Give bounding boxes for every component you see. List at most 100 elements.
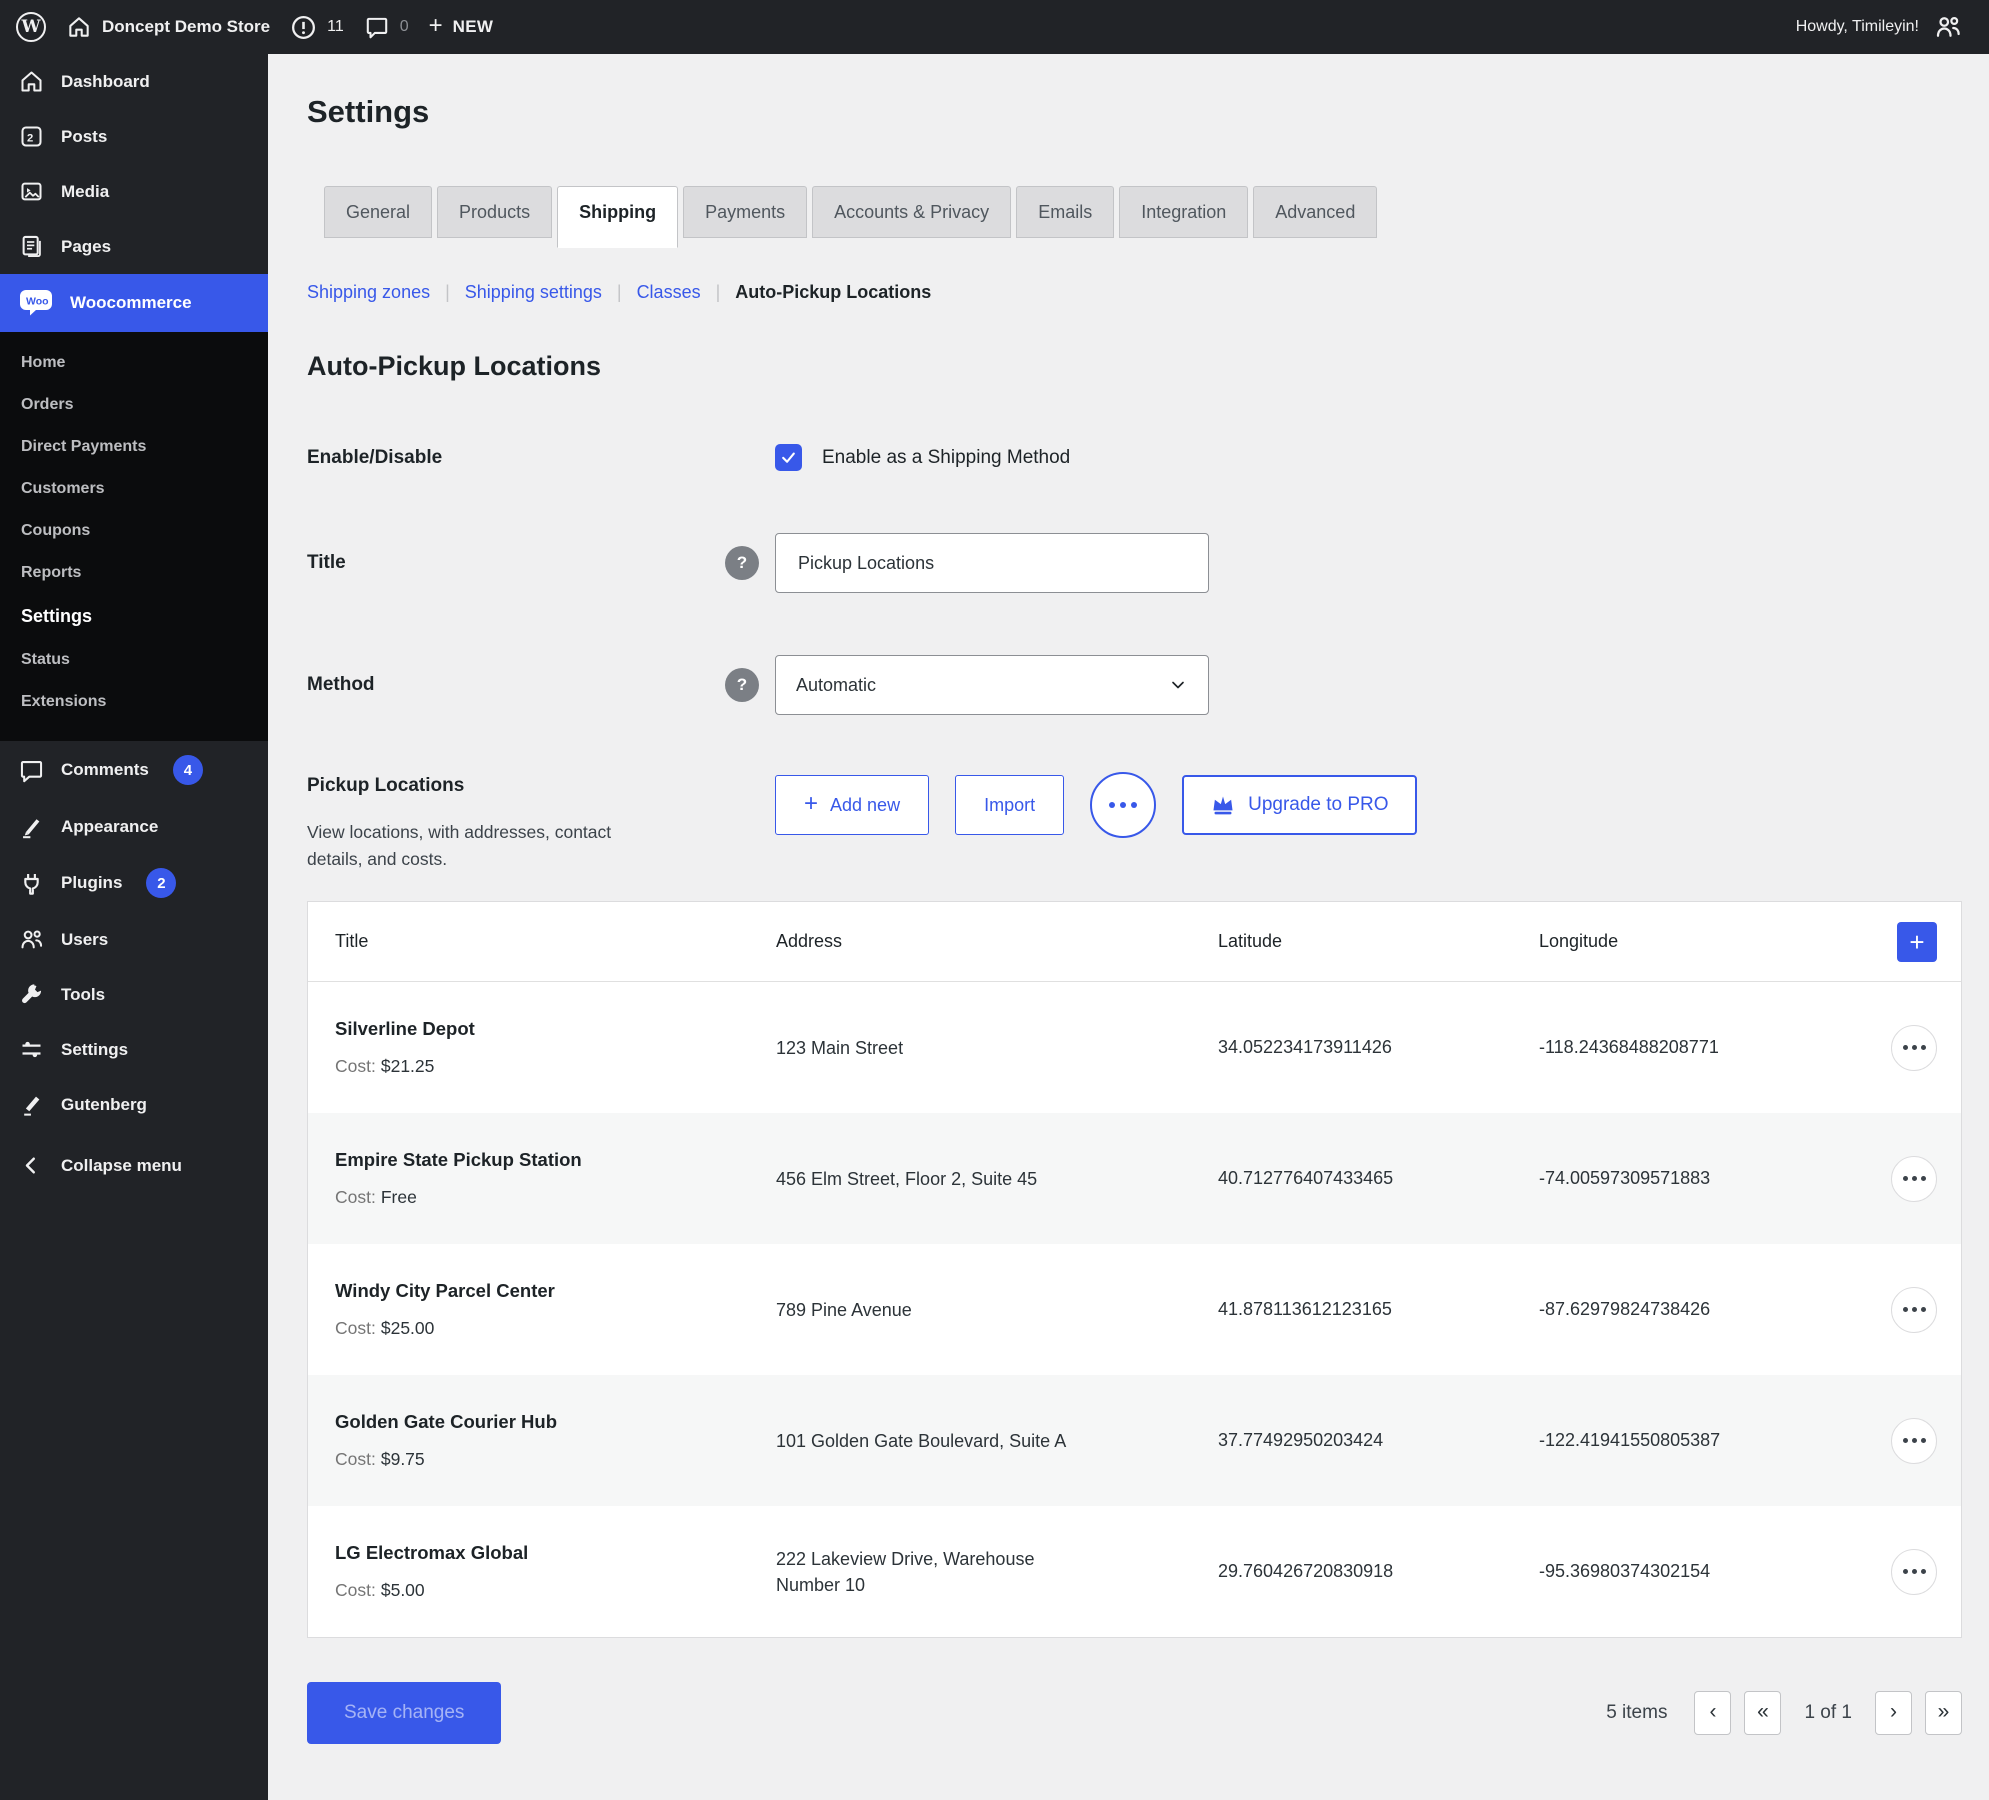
tab-accounts-privacy[interactable]: Accounts & Privacy xyxy=(812,186,1012,238)
previous-page-button[interactable]: ‹ xyxy=(1694,1691,1732,1736)
location-title: Silverline Depot xyxy=(335,1018,475,1040)
row-menu-button[interactable] xyxy=(1891,1286,1937,1333)
last-page-button[interactable]: » xyxy=(1925,1691,1962,1736)
submenu-item-customers[interactable]: Customers xyxy=(0,468,268,510)
subnav-separator: | xyxy=(445,282,450,302)
site-menu[interactable]: Doncept Demo Store xyxy=(66,14,270,40)
location-longitude: -122.41941550805387 xyxy=(1539,1430,1721,1451)
howdy-greeting[interactable]: Howdy, Timileyin! xyxy=(1796,18,1919,36)
sidebar-item-users[interactable]: Users xyxy=(0,912,268,967)
subnav-classes[interactable]: Classes xyxy=(637,282,701,303)
submenu-item-direct-payments[interactable]: Direct Payments xyxy=(0,426,268,468)
location-title: Golden Gate Courier Hub xyxy=(335,1411,558,1433)
pages-icon xyxy=(22,235,41,257)
location-title: Empire State Pickup Station xyxy=(335,1149,582,1171)
submenu-item-reports[interactable]: Reports xyxy=(0,552,268,594)
sidebar-item-woocommerce[interactable]: Woo Woocommerce xyxy=(0,274,268,332)
updates-count: 11 xyxy=(327,18,344,35)
wordpress-logo-icon[interactable]: W xyxy=(16,12,46,42)
add-new-button[interactable]: + Add new xyxy=(775,775,930,835)
chevron-left-icon xyxy=(25,1157,35,1174)
cost-label: Cost: xyxy=(335,1187,376,1208)
column-header-latitude: Latitude xyxy=(1218,931,1283,952)
sidebar-item-comments[interactable]: Comments 4 xyxy=(0,741,268,799)
row-menu-button[interactable] xyxy=(1891,1024,1937,1071)
sidebar-item-posts[interactable]: 2 Posts xyxy=(0,109,268,164)
submenu-item-settings[interactable]: Settings xyxy=(0,594,268,639)
tab-advanced[interactable]: Advanced xyxy=(1253,186,1378,238)
pickup-locations-table: Title Address Latitude Longitude + Silve… xyxy=(307,901,1962,1639)
new-content-menu[interactable]: + NEW xyxy=(429,14,494,38)
subnav-shipping-zones[interactable]: Shipping zones xyxy=(307,282,430,303)
sidebar-item-gutenberg[interactable]: Gutenberg xyxy=(0,1077,268,1132)
submenu-item-home[interactable]: Home xyxy=(0,342,268,384)
upgrade-to-pro-button[interactable]: Upgrade to PRO xyxy=(1182,775,1417,835)
tab-payments[interactable]: Payments xyxy=(683,186,808,238)
title-row: Title ? xyxy=(307,533,1962,593)
row-menu-button[interactable] xyxy=(1891,1155,1937,1202)
sidebar-item-label: Settings xyxy=(61,1039,129,1059)
submenu-item-orders[interactable]: Orders xyxy=(0,384,268,426)
tab-integration[interactable]: Integration xyxy=(1119,186,1249,238)
location-title: Windy City Parcel Center xyxy=(335,1280,555,1302)
enable-checkbox[interactable] xyxy=(775,444,802,471)
subnav-auto-pickup-locations: Auto-Pickup Locations xyxy=(735,282,932,302)
collapse-menu-button[interactable]: Collapse menu xyxy=(0,1138,268,1193)
title-help-icon[interactable]: ? xyxy=(725,546,759,580)
users-avatar-icon[interactable] xyxy=(1933,12,1963,42)
sidebar-item-plugins[interactable]: Plugins 2 xyxy=(0,854,268,912)
method-select[interactable]: Automatic xyxy=(775,655,1209,715)
tab-emails[interactable]: Emails xyxy=(1016,186,1115,238)
upgrade-label: Upgrade to PRO xyxy=(1248,794,1389,815)
row-menu-button[interactable] xyxy=(1891,1417,1937,1464)
sidebar-item-pages[interactable]: Pages xyxy=(0,219,268,274)
tab-products[interactable]: Products xyxy=(437,186,553,238)
table-footer: Save changes 5 items ‹ « 1 of 1 › » xyxy=(307,1682,1962,1745)
add-location-button[interactable]: + xyxy=(1897,921,1937,962)
items-count: 5 items xyxy=(1606,1702,1668,1724)
sidebar-item-label: Comments xyxy=(61,760,149,779)
next-page-button[interactable]: › xyxy=(1875,1691,1912,1736)
submenu-item-status[interactable]: Status xyxy=(0,639,268,681)
more-actions-button[interactable] xyxy=(1090,772,1157,838)
sidebar-item-label: Tools xyxy=(61,984,106,1004)
sidebar-item-tools[interactable]: Tools xyxy=(0,967,268,1022)
first-page-button[interactable]: « xyxy=(1744,1691,1782,1736)
row-menu-button[interactable] xyxy=(1891,1548,1937,1595)
plugins-icon xyxy=(24,873,39,895)
sidebar-item-label: Dashboard xyxy=(61,71,150,91)
tab-shipping[interactable]: Shipping xyxy=(557,186,679,248)
cost-value: $21.25 xyxy=(380,1056,435,1077)
enable-checkbox-label[interactable]: Enable as a Shipping Method xyxy=(822,447,1070,469)
sidebar-item-media[interactable]: Media xyxy=(0,164,268,219)
updates-indicator[interactable]: 11 xyxy=(290,14,344,41)
sidebar-item-settings[interactable]: Settings xyxy=(0,1022,268,1077)
sidebar-item-dashboard[interactable]: Dashboard xyxy=(0,54,268,109)
alert-icon xyxy=(292,15,316,39)
save-changes-button[interactable]: Save changes xyxy=(307,1682,502,1745)
page-title: Settings xyxy=(307,94,430,129)
table-row: Empire State Pickup Station Cost: Free 45… xyxy=(308,1113,1961,1245)
ellipsis-icon xyxy=(1902,1307,1908,1313)
site-name: Doncept Demo Store xyxy=(102,17,271,36)
method-help-icon[interactable]: ? xyxy=(725,668,759,702)
import-button[interactable]: Import xyxy=(955,775,1065,835)
new-label: NEW xyxy=(452,17,494,36)
title-label: Title xyxy=(307,552,346,573)
comments-indicator[interactable]: 0 xyxy=(364,14,409,40)
sidebar-item-appearance[interactable]: Appearance xyxy=(0,799,268,854)
location-address: 222 Lakeview Drive, Warehouse Number 10 xyxy=(776,1548,1035,1595)
cost-label: Cost: xyxy=(335,1056,376,1077)
collapse-menu-label: Collapse menu xyxy=(61,1155,182,1175)
submenu-item-coupons[interactable]: Coupons xyxy=(0,510,268,552)
location-address: 123 Main Street xyxy=(776,1037,904,1058)
location-title: LG Electromax Global xyxy=(335,1542,529,1564)
comments-icon xyxy=(20,760,43,782)
sidebar-item-label: Gutenberg xyxy=(61,1094,147,1114)
table-header: Title Address Latitude Longitude + xyxy=(308,902,1961,983)
submenu-item-extensions[interactable]: Extensions xyxy=(0,681,268,723)
column-header-address: Address xyxy=(776,931,843,952)
title-input[interactable] xyxy=(775,533,1209,593)
tab-general[interactable]: General xyxy=(324,186,433,238)
subnav-shipping-settings[interactable]: Shipping settings xyxy=(465,282,602,303)
